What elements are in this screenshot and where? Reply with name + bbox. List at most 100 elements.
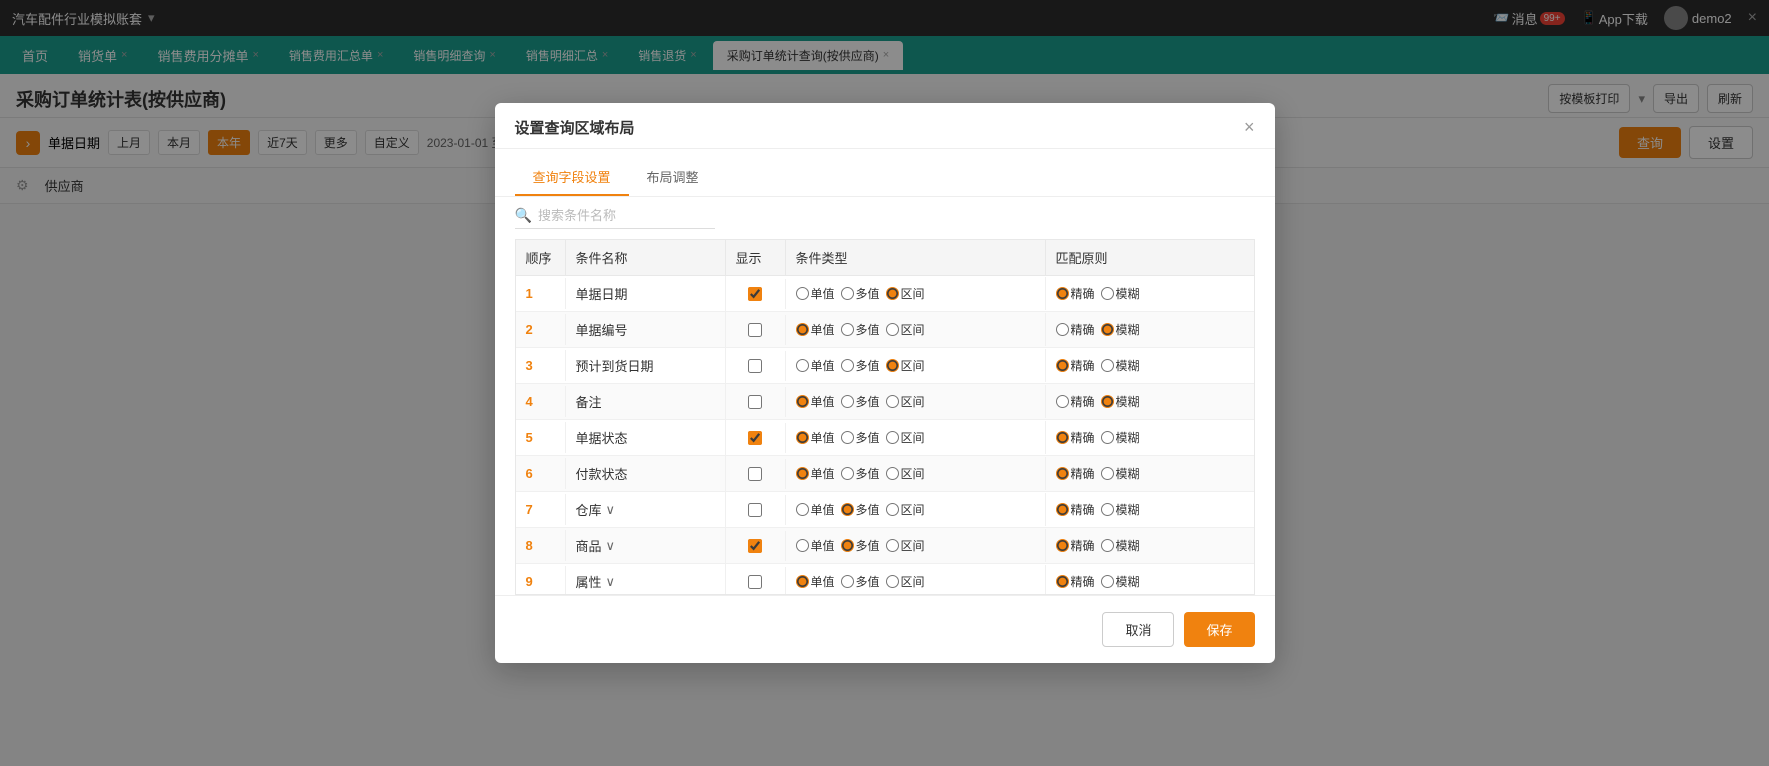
expand-arrow-icon[interactable]: ∨ — [606, 574, 616, 590]
type-option-区间[interactable]: 区间 — [886, 285, 925, 302]
type-option-区间[interactable]: 区间 — [886, 429, 925, 446]
table-row: 9属性 ∨单值多值区间精确模糊 — [516, 564, 1254, 595]
cell-checkbox[interactable] — [726, 495, 786, 525]
type-option-多值[interactable]: 多值 — [841, 321, 880, 338]
search-box: 🔍 — [515, 207, 715, 229]
cell-match: 精确模糊 — [1046, 421, 1246, 454]
tab-layout-adjust[interactable]: 布局调整 — [629, 159, 717, 196]
type-option-多值[interactable]: 多值 — [841, 573, 880, 590]
row-checkbox[interactable] — [748, 467, 762, 481]
type-option-单值[interactable]: 单值 — [796, 537, 835, 554]
type-option-单值[interactable]: 单值 — [796, 573, 835, 590]
type-option-多值[interactable]: 多值 — [841, 537, 880, 554]
type-option-区间[interactable]: 区间 — [886, 393, 925, 410]
type-option-区间[interactable]: 区间 — [886, 321, 925, 338]
cell-num: 9 — [516, 566, 566, 595]
cell-type: 单值多值区间 — [786, 529, 1046, 562]
match-option-模糊[interactable]: 模糊 — [1101, 573, 1140, 590]
cell-match: 精确模糊 — [1046, 349, 1246, 382]
match-option-精确[interactable]: 精确 — [1056, 429, 1095, 446]
cell-type: 单值多值区间 — [786, 385, 1046, 418]
settings-dialog: 设置查询区域布局 × 查询字段设置 布局调整 🔍 顺序 条件名称 显示 条件类型… — [495, 103, 1275, 663]
dialog-close-button[interactable]: × — [1244, 117, 1255, 138]
match-option-模糊[interactable]: 模糊 — [1101, 285, 1140, 302]
type-option-多值[interactable]: 多值 — [841, 393, 880, 410]
match-option-模糊[interactable]: 模糊 — [1101, 465, 1140, 482]
table-row: 7仓库 ∨单值多值区间精确模糊 — [516, 492, 1254, 528]
match-option-精确[interactable]: 精确 — [1056, 465, 1095, 482]
cell-match: 精确模糊 — [1046, 493, 1246, 526]
table-header: 顺序 条件名称 显示 条件类型 匹配原则 — [515, 239, 1255, 275]
type-option-多值[interactable]: 多值 — [841, 357, 880, 374]
cell-checkbox[interactable] — [726, 459, 786, 489]
cell-checkbox[interactable] — [726, 315, 786, 345]
expand-arrow-icon[interactable]: ∨ — [606, 502, 616, 518]
expand-arrow-icon[interactable]: ∨ — [606, 538, 616, 554]
save-button[interactable]: 保存 — [1184, 612, 1254, 647]
match-option-精确[interactable]: 精确 — [1056, 537, 1095, 554]
type-option-单值[interactable]: 单值 — [796, 285, 835, 302]
match-option-精确[interactable]: 精确 — [1056, 285, 1095, 302]
match-option-模糊[interactable]: 模糊 — [1101, 321, 1140, 338]
cell-type: 单值多值区间 — [786, 421, 1046, 454]
row-checkbox[interactable] — [748, 395, 762, 409]
row-checkbox[interactable] — [748, 575, 762, 589]
match-option-模糊[interactable]: 模糊 — [1101, 393, 1140, 410]
type-option-区间[interactable]: 区间 — [886, 501, 925, 518]
cell-checkbox[interactable] — [726, 279, 786, 309]
cell-type: 单值多值区间 — [786, 457, 1046, 490]
type-option-多值[interactable]: 多值 — [841, 429, 880, 446]
dialog-tabs: 查询字段设置 布局调整 — [495, 149, 1275, 197]
match-option-精确[interactable]: 精确 — [1056, 501, 1095, 518]
cell-name: 仓库 ∨ — [566, 492, 726, 527]
type-option-单值[interactable]: 单值 — [796, 429, 835, 446]
dialog-footer: 取消 保存 — [495, 595, 1275, 663]
table-row: 5单据状态单值多值区间精确模糊 — [516, 420, 1254, 456]
type-option-单值[interactable]: 单值 — [796, 393, 835, 410]
header-match: 匹配原则 — [1046, 240, 1246, 275]
row-checkbox[interactable] — [748, 539, 762, 553]
row-checkbox[interactable] — [748, 431, 762, 445]
table-row: 4备注单值多值区间精确模糊 — [516, 384, 1254, 420]
match-option-模糊[interactable]: 模糊 — [1101, 537, 1140, 554]
tab-query-fields[interactable]: 查询字段设置 — [515, 159, 629, 196]
match-option-模糊[interactable]: 模糊 — [1101, 429, 1140, 446]
match-option-精确[interactable]: 精确 — [1056, 393, 1095, 410]
cell-name: 属性 ∨ — [566, 564, 726, 595]
table-body: 1单据日期单值多值区间精确模糊2单据编号单值多值区间精确模糊3预计到货日期单值多… — [515, 275, 1255, 595]
type-option-多值[interactable]: 多值 — [841, 285, 880, 302]
cell-checkbox[interactable] — [726, 531, 786, 561]
cancel-button[interactable]: 取消 — [1102, 612, 1174, 647]
row-checkbox[interactable] — [748, 287, 762, 301]
cell-name: 付款状态 — [566, 456, 726, 491]
cell-num: 6 — [516, 458, 566, 489]
row-checkbox[interactable] — [748, 323, 762, 337]
match-option-精确[interactable]: 精确 — [1056, 573, 1095, 590]
match-option-精确[interactable]: 精确 — [1056, 357, 1095, 374]
row-checkbox[interactable] — [748, 503, 762, 517]
cell-num: 3 — [516, 350, 566, 381]
cell-name: 单据状态 — [566, 420, 726, 455]
type-option-区间[interactable]: 区间 — [886, 465, 925, 482]
cell-checkbox[interactable] — [726, 351, 786, 381]
type-option-单值[interactable]: 单值 — [796, 321, 835, 338]
type-option-多值[interactable]: 多值 — [841, 465, 880, 482]
search-input[interactable] — [538, 208, 715, 223]
type-option-单值[interactable]: 单值 — [796, 465, 835, 482]
match-option-精确[interactable]: 精确 — [1056, 321, 1095, 338]
match-option-模糊[interactable]: 模糊 — [1101, 501, 1140, 518]
search-icon: 🔍 — [515, 207, 532, 224]
type-option-单值[interactable]: 单值 — [796, 501, 835, 518]
match-option-模糊[interactable]: 模糊 — [1101, 357, 1140, 374]
row-checkbox[interactable] — [748, 359, 762, 373]
cell-checkbox[interactable] — [726, 567, 786, 596]
cell-name: 单据日期 — [566, 276, 726, 311]
cell-checkbox[interactable] — [726, 387, 786, 417]
cell-type: 单值多值区间 — [786, 565, 1046, 595]
type-option-区间[interactable]: 区间 — [886, 537, 925, 554]
type-option-多值[interactable]: 多值 — [841, 501, 880, 518]
type-option-区间[interactable]: 区间 — [886, 357, 925, 374]
cell-checkbox[interactable] — [726, 423, 786, 453]
type-option-区间[interactable]: 区间 — [886, 573, 925, 590]
type-option-单值[interactable]: 单值 — [796, 357, 835, 374]
